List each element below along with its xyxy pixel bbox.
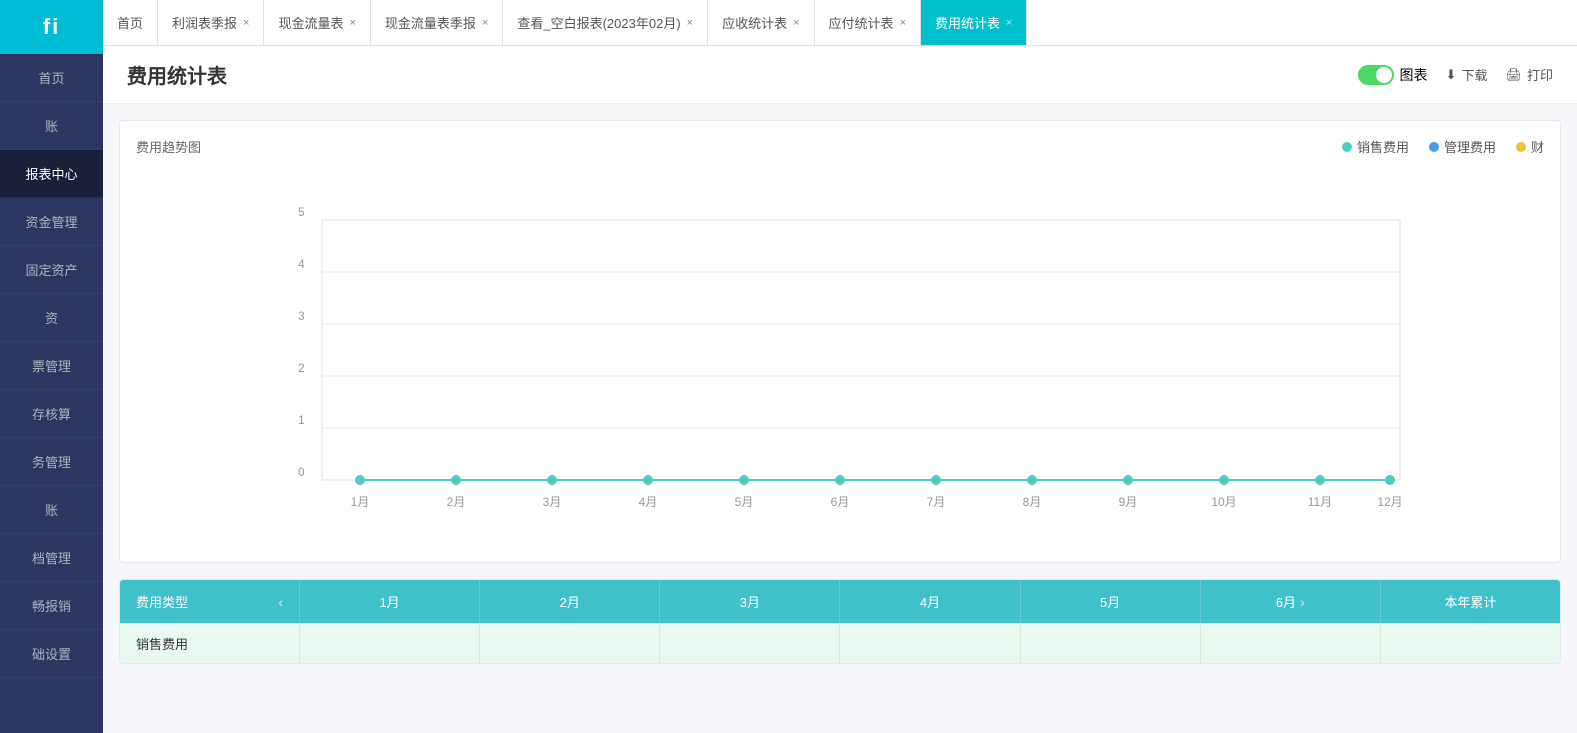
table-row-sales: 销售费用 [120, 623, 1560, 663]
sidebar-item-assets[interactable]: 固定资产 [0, 246, 103, 294]
sidebar: fi 首页 账 报表中心 资金管理 固定资产 资 票管理 存核算 务管理 账 档… [0, 0, 103, 733]
sidebar-item-expense[interactable]: 畅报销 [0, 582, 103, 630]
legend-dot-sales [1342, 142, 1352, 152]
legend-admin: 管理费用 [1429, 137, 1496, 156]
table-header-total: 本年累计 [1381, 580, 1560, 623]
svg-text:5: 5 [298, 205, 305, 219]
sidebar-item-reports[interactable]: 报表中心 [0, 150, 103, 198]
table-cell-sales-m3 [660, 624, 840, 663]
sidebar-item-funds[interactable]: 资金管理 [0, 198, 103, 246]
svg-text:6月: 6月 [831, 495, 850, 509]
page-header: 费用统计表 图表 ⬇ 下载 🖨 打印 [103, 46, 1577, 104]
download-button[interactable]: ⬇ 下载 [1446, 65, 1488, 84]
table-header-month-1: 1月 [300, 580, 480, 623]
chart-container: 0 1 2 3 4 5 1月 2月 [136, 166, 1544, 546]
legend-dot-admin [1429, 142, 1439, 152]
tab-bar: 首页 利润表季报 × 现金流量表 × 现金流量表季报 × 查看_空白报表(202… [103, 0, 1577, 46]
chart-toggle[interactable] [1358, 65, 1394, 85]
table-header-month-4: 4月 [840, 580, 1020, 623]
tab-close-receivable[interactable]: × [793, 17, 799, 29]
svg-text:10月: 10月 [1211, 495, 1236, 509]
sidebar-logo: fi [0, 0, 103, 54]
table-cell-sales-m2 [480, 624, 660, 663]
tab-close-blank-report[interactable]: × [687, 17, 693, 29]
tab-close-payable[interactable]: × [900, 17, 906, 29]
legend-label-sales: 销售费用 [1357, 137, 1409, 156]
svg-text:3: 3 [298, 309, 305, 323]
main-area: 首页 利润表季报 × 现金流量表 × 现金流量表季报 × 查看_空白报表(202… [103, 0, 1577, 733]
chart-toggle-wrap: 图表 [1358, 65, 1428, 85]
chart-svg: 0 1 2 3 4 5 1月 2月 [136, 166, 1544, 546]
svg-text:1月: 1月 [351, 495, 370, 509]
table-nav-next[interactable]: › [1300, 594, 1305, 610]
page-title: 费用统计表 [127, 60, 227, 89]
tab-close-profit-quarterly[interactable]: × [243, 17, 249, 29]
sidebar-item-account[interactable]: 账 [0, 102, 103, 150]
svg-text:2月: 2月 [447, 495, 466, 509]
svg-text:12月: 12月 [1377, 495, 1402, 509]
svg-text:7月: 7月 [927, 495, 946, 509]
sidebar-item-archive[interactable]: 档管理 [0, 534, 103, 582]
legend-label-finance: 财 [1531, 137, 1544, 156]
legend-dot-finance [1516, 142, 1526, 152]
svg-text:2: 2 [298, 361, 305, 375]
tab-close-cashflow-quarterly[interactable]: × [482, 17, 488, 29]
chart-header: 费用趋势图 销售费用 管理费用 财 [136, 137, 1544, 156]
chart-title: 费用趋势图 [136, 137, 201, 156]
table-header-month-3: 3月 [660, 580, 840, 623]
tab-close-expense-stats[interactable]: × [1006, 17, 1012, 29]
svg-text:11月: 11月 [1308, 495, 1332, 509]
table-cell-type-sales: 销售费用 [120, 624, 300, 663]
header-actions: 图表 ⬇ 下载 🖨 打印 [1358, 65, 1553, 85]
legend-label-admin: 管理费用 [1444, 137, 1496, 156]
download-icon: ⬇ [1446, 67, 1457, 83]
table-type-label: 费用类型 [136, 592, 188, 611]
tab-home[interactable]: 首页 [103, 0, 158, 46]
print-button[interactable]: 🖨 打印 [1505, 65, 1553, 84]
svg-text:5月: 5月 [735, 495, 754, 509]
legend-finance: 财 [1516, 137, 1544, 156]
tab-receivable[interactable]: 应收统计表 × [708, 0, 814, 46]
table-header-type: 费用类型 ‹ [120, 580, 300, 623]
chart-toggle-label: 图表 [1400, 65, 1428, 85]
tab-payable[interactable]: 应付统计表 × [815, 0, 921, 46]
content-area: 费用统计表 图表 ⬇ 下载 🖨 打印 费用趋势图 [103, 46, 1577, 733]
tab-cashflow-quarterly[interactable]: 现金流量表季报 × [371, 0, 503, 46]
svg-text:9月: 9月 [1119, 495, 1138, 509]
table-cell-sales-m5 [1021, 624, 1201, 663]
chart-legend: 销售费用 管理费用 财 [1342, 137, 1544, 156]
svg-text:3月: 3月 [543, 495, 562, 509]
tab-expense-stats[interactable]: 费用统计表 × [921, 0, 1027, 46]
table-cell-sales-m4 [840, 624, 1020, 663]
table-section: 费用类型 ‹ 1月 2月 3月 4月 5月 6月 › 本年累计 销售费用 [119, 579, 1561, 664]
table-header-month-5: 5月 [1021, 580, 1201, 623]
table-nav-prev[interactable]: ‹ [278, 594, 283, 610]
table-cell-sales-m1 [300, 624, 480, 663]
tab-profit-quarterly[interactable]: 利润表季报 × [158, 0, 264, 46]
table-header-row: 费用类型 ‹ 1月 2月 3月 4月 5月 6月 › 本年累计 [120, 580, 1560, 623]
tab-close-cashflow[interactable]: × [349, 17, 355, 29]
table-header-month-2: 2月 [480, 580, 660, 623]
table-cell-sales-total [1381, 624, 1560, 663]
svg-text:8月: 8月 [1023, 495, 1042, 509]
svg-text:0: 0 [298, 465, 305, 479]
chart-section: 费用趋势图 销售费用 管理费用 财 [119, 120, 1561, 563]
svg-text:4: 4 [298, 257, 305, 271]
print-icon: 🖨 [1505, 67, 1522, 83]
sidebar-item-service[interactable]: 务管理 [0, 438, 103, 486]
table-header-month-6: 6月 › [1201, 580, 1381, 623]
tab-blank-report[interactable]: 查看_空白报表(2023年02月) × [503, 0, 708, 46]
sidebar-item-inventory[interactable]: 存核算 [0, 390, 103, 438]
sidebar-item-home[interactable]: 首页 [0, 54, 103, 102]
legend-sales: 销售费用 [1342, 137, 1409, 156]
sidebar-item-capital[interactable]: 资 [0, 294, 103, 342]
sidebar-item-invoices[interactable]: 票管理 [0, 342, 103, 390]
tab-cashflow[interactable]: 现金流量表 × [264, 0, 370, 46]
table-cell-sales-m6 [1201, 624, 1381, 663]
sidebar-item-ledger[interactable]: 账 [0, 486, 103, 534]
svg-text:1: 1 [298, 413, 305, 427]
svg-text:4月: 4月 [639, 495, 658, 509]
sidebar-item-settings[interactable]: 础设置 [0, 630, 103, 678]
